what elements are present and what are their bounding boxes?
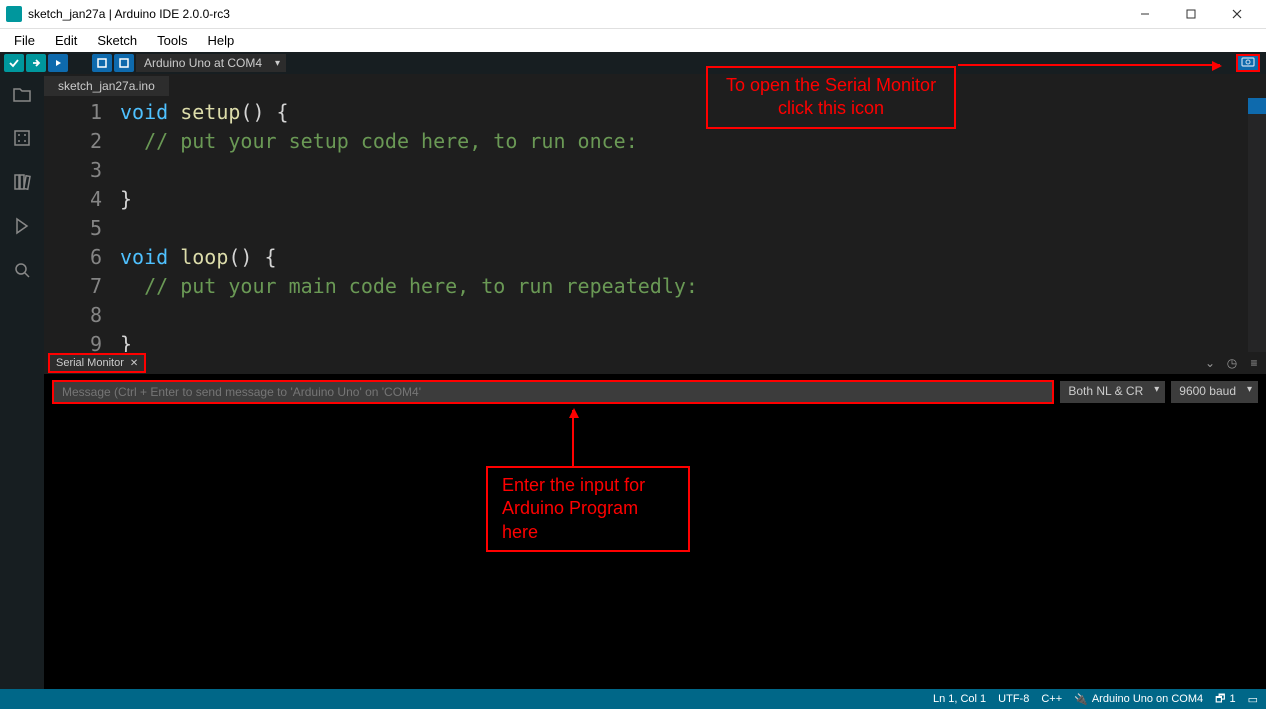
board-selector[interactable]: Arduino Uno at COM4 bbox=[136, 54, 286, 72]
verify-button[interactable] bbox=[4, 54, 24, 72]
annotation-arrow-bottom bbox=[572, 410, 574, 466]
close-button[interactable] bbox=[1214, 0, 1260, 28]
menu-edit[interactable]: Edit bbox=[45, 31, 87, 50]
annotation-bottom: Enter the input for Arduino Program here bbox=[486, 466, 690, 552]
code-editor[interactable]: 1void setup() { 2 // put your setup code… bbox=[44, 98, 1266, 352]
status-bar: Ln 1, Col 1 UTF-8 C++ 🔌 Arduino Uno on C… bbox=[0, 689, 1266, 709]
tb-btn-b[interactable] bbox=[114, 54, 134, 72]
tb-btn-a[interactable] bbox=[92, 54, 112, 72]
boards-manager-icon[interactable] bbox=[6, 122, 38, 154]
serial-monitor-button[interactable] bbox=[1236, 54, 1260, 72]
status-cursor[interactable]: Ln 1, Col 1 bbox=[933, 693, 986, 705]
library-manager-icon[interactable] bbox=[6, 166, 38, 198]
upload-button[interactable] bbox=[26, 54, 46, 72]
close-icon[interactable]: ✕ bbox=[130, 358, 138, 369]
menu-file[interactable]: File bbox=[4, 31, 45, 50]
tab-sketch[interactable]: sketch_jan27a.ino bbox=[44, 76, 170, 96]
status-board[interactable]: 🔌 Arduino Uno on COM4 bbox=[1074, 693, 1203, 706]
line-ending-select[interactable]: Both NL & CR bbox=[1060, 381, 1165, 403]
window-titlebar: sketch_jan27a | Arduino IDE 2.0.0-rc3 bbox=[0, 0, 1266, 28]
bell-icon: 🗗 bbox=[1215, 690, 1225, 709]
minimap[interactable] bbox=[1248, 98, 1266, 352]
plug-icon: 🔌 bbox=[1074, 693, 1088, 706]
search-icon[interactable] bbox=[6, 254, 38, 286]
debug-panel-icon[interactable] bbox=[6, 210, 38, 242]
serial-input[interactable] bbox=[52, 380, 1054, 404]
debug-button[interactable] bbox=[48, 54, 68, 72]
serial-monitor-tab-label: Serial Monitor bbox=[56, 357, 124, 369]
toolbar: Arduino Uno at COM4 bbox=[0, 52, 1266, 74]
app-icon bbox=[6, 6, 22, 22]
clock-icon[interactable]: ◷ bbox=[1224, 356, 1240, 370]
status-close-panel[interactable]: ▭ bbox=[1248, 693, 1258, 706]
minimize-button[interactable] bbox=[1122, 0, 1168, 28]
window-title: sketch_jan27a | Arduino IDE 2.0.0-rc3 bbox=[28, 7, 1122, 21]
baud-rate-select[interactable]: 9600 baud bbox=[1171, 381, 1258, 403]
menu-help[interactable]: Help bbox=[197, 31, 244, 50]
annotation-top: To open the Serial Monitor click this ic… bbox=[706, 66, 956, 129]
serial-monitor-tab[interactable]: Serial Monitor ✕ bbox=[48, 353, 146, 373]
menu-tools[interactable]: Tools bbox=[147, 31, 197, 50]
activity-bar bbox=[0, 74, 44, 689]
editor-tabs: sketch_jan27a.ino bbox=[44, 74, 1266, 98]
status-encoding[interactable]: UTF-8 bbox=[998, 693, 1029, 705]
status-language[interactable]: C++ bbox=[1041, 693, 1062, 705]
annotation-arrow-top bbox=[958, 64, 1220, 66]
menu-sketch[interactable]: Sketch bbox=[87, 31, 147, 50]
menu-bar: File Edit Sketch Tools Help bbox=[0, 28, 1266, 52]
maximize-button[interactable] bbox=[1168, 0, 1214, 28]
sketchbook-icon[interactable] bbox=[6, 78, 38, 110]
status-notifications[interactable]: 🗗 1 bbox=[1215, 690, 1235, 709]
clear-icon[interactable]: ≡ bbox=[1246, 356, 1262, 370]
chevron-down-icon[interactable]: ⌄ bbox=[1202, 356, 1218, 370]
